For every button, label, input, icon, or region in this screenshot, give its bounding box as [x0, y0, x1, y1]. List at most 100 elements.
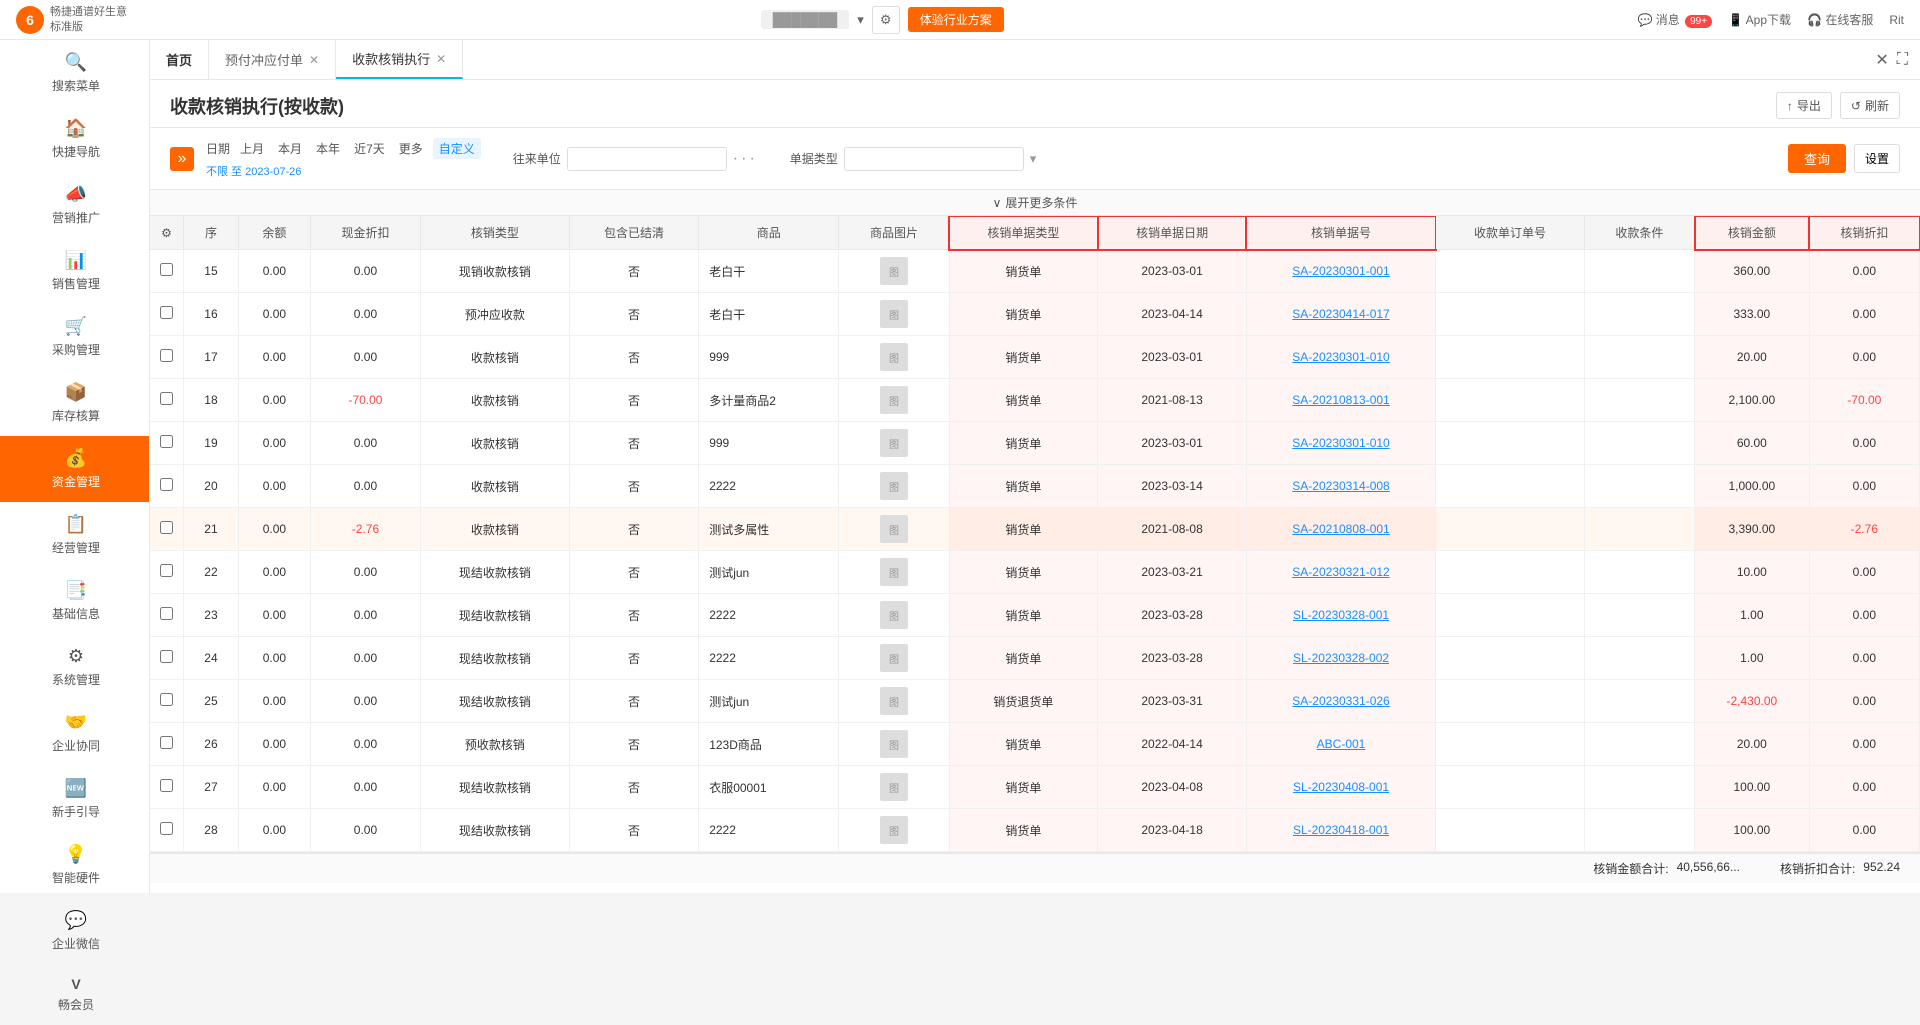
this-month-btn[interactable]: 本月	[274, 138, 306, 159]
cell-product-image[interactable]: 图	[839, 809, 949, 852]
cell-settings[interactable]	[150, 723, 184, 766]
sidebar-item-basic[interactable]: 📑 基础信息	[0, 568, 149, 634]
cell-settings[interactable]	[150, 336, 184, 379]
sidebar-item-wechat[interactable]: 💬 企业微信	[0, 898, 149, 964]
sidebar-item-quick-nav[interactable]: 🏠 快捷导航	[0, 106, 149, 172]
cell-settings[interactable]	[150, 422, 184, 465]
cell-settings[interactable]	[150, 551, 184, 594]
table-row: 23 0.00 0.00 现结收款核销 否 2222 图 销货单 2023-03…	[150, 594, 1920, 637]
partner-input[interactable]	[567, 147, 727, 171]
cell-settings[interactable]	[150, 379, 184, 422]
cell-bill-no[interactable]: SL-20230328-001	[1246, 594, 1435, 637]
cell-settings[interactable]	[150, 293, 184, 336]
cell-product-image[interactable]: 图	[839, 508, 949, 551]
settings-icon[interactable]: ⚙	[872, 6, 900, 34]
sidebar-item-smart[interactable]: 💡 智能硬件	[0, 832, 149, 898]
cell-settings[interactable]	[150, 680, 184, 723]
sales-icon: 📊	[65, 250, 87, 271]
cell-bill-no[interactable]: SA-20230301-010	[1246, 422, 1435, 465]
refresh-button[interactable]: ↺ 刷新	[1840, 92, 1900, 119]
cell-settings[interactable]	[150, 637, 184, 680]
company-name[interactable]: ███████	[761, 10, 849, 29]
export-button[interactable]: ↑ 导出	[1776, 92, 1832, 119]
online-service-link[interactable]: 🎧 在线客服	[1807, 11, 1873, 28]
tab-receipt-cancel[interactable]: 收款核销执行 ✕	[336, 40, 463, 79]
more-date-btn[interactable]: 更多	[395, 138, 427, 159]
sidebar-item-guide[interactable]: 🆕 新手引导	[0, 766, 149, 832]
top-bar: 6 畅捷通谱好生意 标准版 ███████ ▾ ⚙ 体验行业方案 💬 消息 99…	[0, 0, 1920, 40]
cell-product-image[interactable]: 图	[839, 379, 949, 422]
cell-balance: 0.00	[238, 723, 310, 766]
cell-bill-no[interactable]: SL-20230408-001	[1246, 766, 1435, 809]
custom-date-btn[interactable]: 自定义	[433, 138, 481, 159]
app-download-link[interactable]: 📱 App下载	[1728, 11, 1791, 28]
expand-more-btn[interactable]: ∨ 展开更多条件	[993, 194, 1078, 211]
cell-bill-no[interactable]: SA-20230414-017	[1246, 293, 1435, 336]
cell-settings[interactable]	[150, 465, 184, 508]
user-name[interactable]: Rit	[1889, 13, 1904, 27]
col-header-settings[interactable]: ⚙	[150, 216, 184, 250]
sidebar-item-member[interactable]: V 畅会员	[0, 964, 149, 1025]
cell-bill-no[interactable]: SA-20210808-001	[1246, 508, 1435, 551]
partner-dots[interactable]: ···	[733, 150, 758, 168]
bill-type-dropdown-icon[interactable]: ▾	[1030, 151, 1037, 167]
company-dropdown-icon[interactable]: ▾	[857, 12, 864, 28]
cell-product-image[interactable]: 图	[839, 422, 949, 465]
cell-bill-no[interactable]: SA-20230321-012	[1246, 551, 1435, 594]
sidebar-item-sales[interactable]: 📊 销售管理	[0, 238, 149, 304]
cell-cancel-type: 收款核销	[421, 379, 570, 422]
tab-home[interactable]: 首页	[150, 40, 209, 79]
sidebar-item-purchase[interactable]: 🛒 采购管理	[0, 304, 149, 370]
sidebar-item-operation[interactable]: 📋 经营管理	[0, 502, 149, 568]
cell-product-image[interactable]: 图	[839, 766, 949, 809]
cell-bill-no[interactable]: SA-20230301-001	[1246, 250, 1435, 293]
trial-button[interactable]: 体验行业方案	[908, 7, 1004, 32]
sidebar-item-search[interactable]: 🔍 搜索菜单	[0, 40, 149, 106]
sidebar-item-finance[interactable]: 💰 资金管理	[0, 436, 149, 502]
cell-bill-date: 2023-03-28	[1098, 594, 1247, 637]
cell-product-image[interactable]: 图	[839, 723, 949, 766]
cell-settings[interactable]	[150, 809, 184, 852]
cell-bill-no[interactable]: SL-20230418-001	[1246, 809, 1435, 852]
refresh-icon: ↺	[1851, 99, 1861, 113]
cell-product-image[interactable]: 图	[839, 465, 949, 508]
cell-bill-no[interactable]: SA-20230331-026	[1246, 680, 1435, 723]
cell-product-image[interactable]: 图	[839, 551, 949, 594]
filter-toggle-button[interactable]: »	[170, 147, 194, 171]
tab-prepay[interactable]: 预付冲应付单 ✕	[209, 40, 336, 79]
cell-product-image[interactable]: 图	[839, 594, 949, 637]
cell-product-image[interactable]: 图	[839, 637, 949, 680]
cell-bill-no[interactable]: ABC-001	[1246, 723, 1435, 766]
cell-product-image[interactable]: 图	[839, 680, 949, 723]
tab-receipt-cancel-close-icon[interactable]: ✕	[436, 52, 446, 66]
cell-product: 2222	[699, 594, 839, 637]
last-7-days-btn[interactable]: 近7天	[350, 138, 389, 159]
tab-expand-icon[interactable]: ⛶	[1897, 51, 1908, 69]
cell-product-image[interactable]: 图	[839, 250, 949, 293]
filter-settings-button[interactable]: 设置	[1854, 144, 1900, 173]
tab-close-all-icon[interactable]: ✕	[1875, 50, 1888, 70]
search-button[interactable]: 查询	[1788, 144, 1846, 173]
cell-settings[interactable]	[150, 766, 184, 809]
cell-product-image[interactable]: 图	[839, 293, 949, 336]
cell-settings[interactable]	[150, 594, 184, 637]
cell-bill-no[interactable]: SA-20230314-008	[1246, 465, 1435, 508]
cell-settings[interactable]	[150, 250, 184, 293]
this-year-btn[interactable]: 本年	[312, 138, 344, 159]
sidebar-item-marketing[interactable]: 📣 营销推广	[0, 172, 149, 238]
cell-bill-no[interactable]: SA-20210813-001	[1246, 379, 1435, 422]
cell-receipt-cond	[1584, 723, 1694, 766]
message-link[interactable]: 💬 消息 99+	[1637, 11, 1712, 28]
bill-type-select[interactable]	[844, 147, 1024, 171]
sidebar-item-inventory[interactable]: 📦 库存核算	[0, 370, 149, 436]
cell-product-image[interactable]: 图	[839, 336, 949, 379]
sidebar-item-collab[interactable]: 🤝 企业协同	[0, 700, 149, 766]
cell-bill-no[interactable]: SL-20230328-002	[1246, 637, 1435, 680]
tab-prepay-close-icon[interactable]: ✕	[309, 53, 319, 67]
cell-bill-no[interactable]: SA-20230301-010	[1246, 336, 1435, 379]
cell-settings[interactable]	[150, 508, 184, 551]
last-month-btn[interactable]: 上月	[236, 138, 268, 159]
cell-included-settled: 否	[569, 250, 698, 293]
bill-type-filter: 单据类型 ▾	[790, 147, 1037, 171]
sidebar-item-system[interactable]: ⚙ 系统管理	[0, 634, 149, 700]
